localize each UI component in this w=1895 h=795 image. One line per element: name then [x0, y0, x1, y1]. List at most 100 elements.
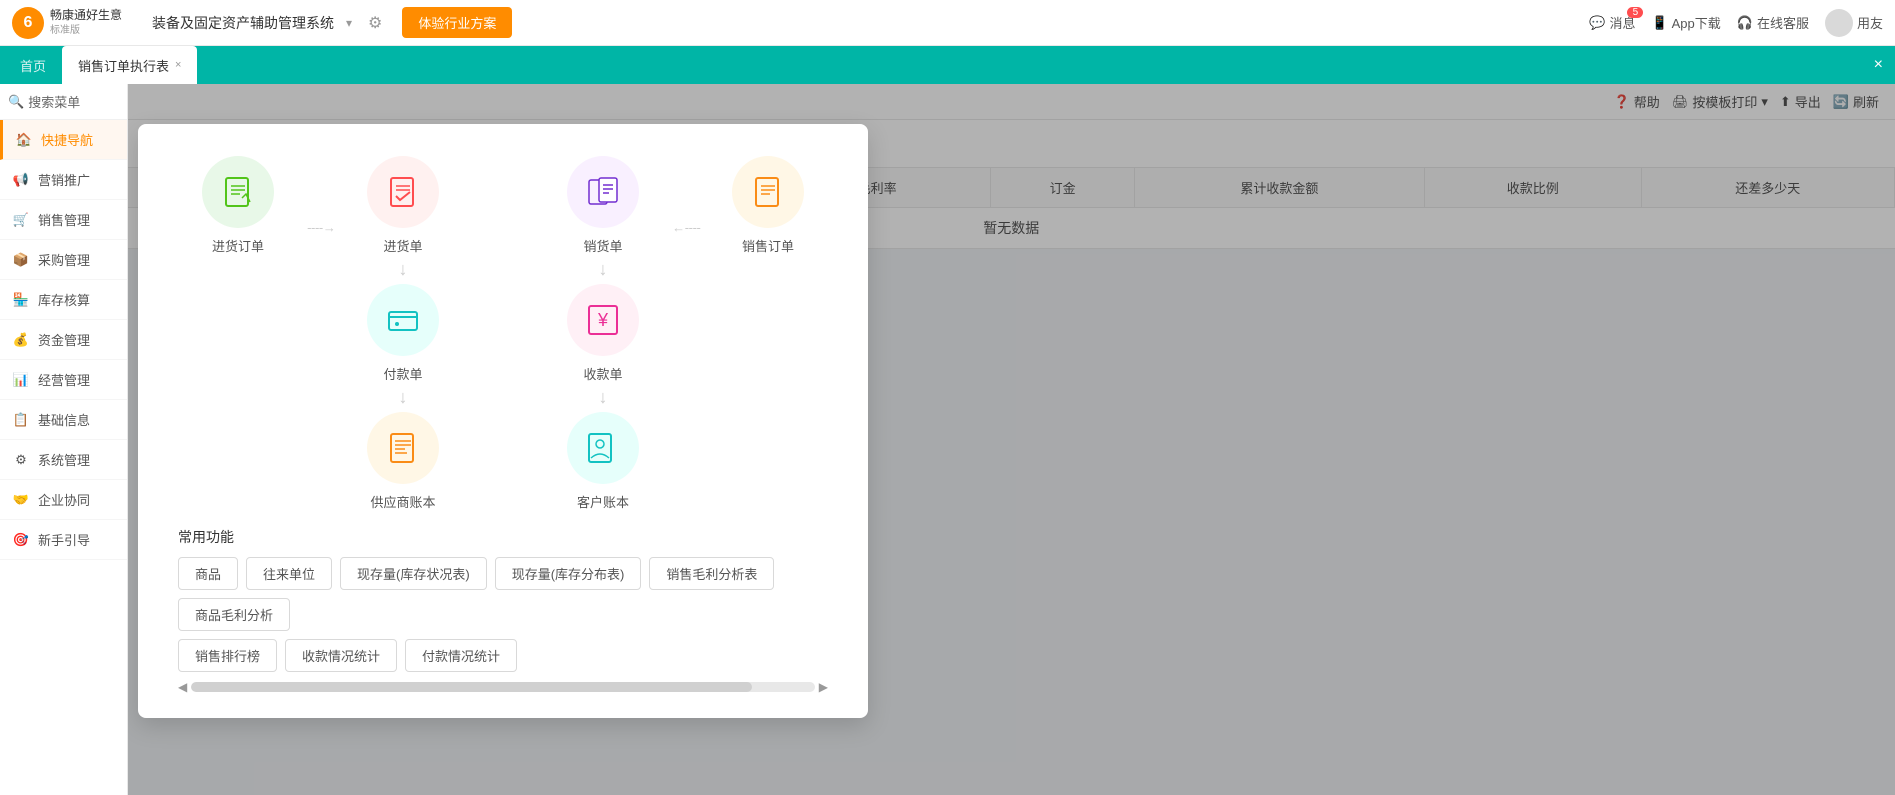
- finance-icon: 💰: [12, 331, 30, 349]
- customer-ledger-node[interactable]: 客户账本: [543, 412, 663, 511]
- headset-icon: 🎧: [1737, 15, 1753, 31]
- common-funcs-title: 常用功能: [178, 527, 828, 547]
- avatar: [1825, 9, 1853, 37]
- app-download-button[interactable]: 📱 App下载: [1651, 13, 1720, 32]
- operation-icon: 📊: [12, 371, 30, 389]
- sidebar-item-marketing[interactable]: 📢 营销推广: [0, 160, 127, 200]
- sales-order-icon: [750, 174, 786, 210]
- receipt-bill-node[interactable]: ¥ 收款单: [543, 284, 663, 383]
- sales-bill-circle: [567, 156, 639, 228]
- nav-tabs: 首页 销售订单执行表 × ×: [0, 46, 1895, 84]
- sidebar-basic-label: 基础信息: [38, 410, 90, 429]
- modal-overlay: 进货订单 - - - - →: [128, 84, 1895, 795]
- func-product-gross[interactable]: 商品毛利分析: [178, 598, 290, 631]
- enterprise-icon: 🤝: [12, 491, 30, 509]
- func-partner[interactable]: 往来单位: [246, 557, 332, 590]
- payment-bill-circle: [367, 284, 439, 356]
- sidebar-item-basic[interactable]: 📋 基础信息: [0, 400, 127, 440]
- purchase-order-icon: [220, 174, 256, 210]
- purchase-bill-icon: [385, 174, 421, 210]
- func-receipt-stat[interactable]: 收款情况统计: [285, 639, 397, 672]
- sidebar-sales-label: 销售管理: [38, 210, 90, 229]
- customer-ledger-circle: [567, 412, 639, 484]
- experience-button[interactable]: 体验行业方案: [402, 7, 512, 38]
- purchase-order-label: 进货订单: [212, 236, 264, 255]
- customer-ledger-icon: [585, 430, 621, 466]
- sidebar-item-purchase[interactable]: 📦 采购管理: [0, 240, 127, 280]
- header-right: 💬 消息 5 📱 App下载 🎧 在线客服 用友: [1589, 9, 1883, 37]
- logo-icon: 6: [12, 7, 44, 39]
- user-name: 用友: [1857, 13, 1883, 32]
- message-badge: 5: [1627, 7, 1643, 18]
- settings-icon[interactable]: ⚙: [368, 13, 382, 33]
- message-icon: 💬: [1589, 15, 1605, 31]
- sales-bill-node[interactable]: 销货单: [543, 156, 663, 255]
- sales-order-node[interactable]: 销售订单: [708, 156, 828, 255]
- sales-bill-icon: [585, 174, 621, 210]
- sales-order-label: 销售订单: [742, 236, 794, 255]
- scroll-right-icon[interactable]: ▶: [819, 680, 828, 694]
- logo-area: 6 畅康通好生意 标准版: [12, 7, 140, 39]
- func-sales-gross[interactable]: 销售毛利分析表: [649, 557, 774, 590]
- receipt-bill-label: 收款单: [583, 364, 622, 383]
- purchase-order-node[interactable]: 进货订单: [178, 156, 298, 255]
- svg-text:¥: ¥: [597, 310, 609, 330]
- sales-bill-label: 销货单: [583, 236, 622, 255]
- system-dropdown-icon[interactable]: ▾: [346, 16, 352, 30]
- sidebar-item-operation[interactable]: 📊 经营管理: [0, 360, 127, 400]
- sidebar-marketing-label: 营销推广: [38, 170, 90, 189]
- tab-home-label: 首页: [20, 56, 46, 75]
- func-stock-dist[interactable]: 现存量(库存分布表): [495, 557, 642, 590]
- sidebar-item-finance[interactable]: 💰 资金管理: [0, 320, 127, 360]
- logo-text: 畅康通好生意 标准版: [50, 8, 122, 37]
- common-functions-section: 常用功能 商品 往来单位 现存量(库存状况表) 现存量(库存分布表) 销售毛利分…: [178, 527, 828, 672]
- sidebar-item-newbie[interactable]: 🎯 新手引导: [0, 520, 127, 560]
- purchase-bill-circle: [367, 156, 439, 228]
- sidebar-purchase-label: 采购管理: [38, 250, 90, 269]
- main-layout: 🔍 搜索菜单 🏠 快捷导航 📢 营销推广 🛒 销售管理 📦 采购管理 🏪 库存核…: [0, 84, 1895, 795]
- sidebar-newbie-label: 新手引导: [38, 530, 90, 549]
- payment-bill-node[interactable]: 付款单: [343, 284, 463, 383]
- close-all-tabs-icon[interactable]: ×: [1874, 56, 1883, 74]
- sidebar-search[interactable]: 🔍 搜索菜单: [0, 84, 127, 120]
- tab-home[interactable]: 首页: [4, 46, 62, 84]
- top-header: 6 畅康通好生意 标准版 装备及固定资产辅助管理系统 ▾ ⚙ 体验行业方案 💬 …: [0, 0, 1895, 46]
- online-service-button[interactable]: 🎧 在线客服: [1737, 13, 1809, 32]
- sidebar-operation-label: 经营管理: [38, 370, 90, 389]
- payment-bill-label: 付款单: [383, 364, 422, 383]
- func-product[interactable]: 商品: [178, 557, 238, 590]
- sidebar-item-inventory[interactable]: 🏪 库存核算: [0, 280, 127, 320]
- sidebar-item-enterprise[interactable]: 🤝 企业协同: [0, 480, 127, 520]
- system-icon: ⚙: [12, 451, 30, 469]
- tab-sales-order-label: 销售订单执行表: [78, 56, 169, 75]
- sidebar-search-label: 搜索菜单: [28, 92, 80, 111]
- func-row-1: 商品 往来单位 现存量(库存状况表) 现存量(库存分布表) 销售毛利分析表 商品…: [178, 557, 828, 631]
- sidebar-item-system[interactable]: ⚙ 系统管理: [0, 440, 127, 480]
- message-button[interactable]: 💬 消息 5: [1589, 13, 1635, 32]
- sidebar-inventory-label: 库存核算: [38, 290, 90, 309]
- sales-icon: 🛒: [12, 211, 30, 229]
- inventory-icon: 🏪: [12, 291, 30, 309]
- supplier-ledger-icon: [385, 430, 421, 466]
- supplier-ledger-node[interactable]: 供应商账本: [343, 412, 463, 511]
- func-stock-status[interactable]: 现存量(库存状况表): [340, 557, 487, 590]
- supplier-ledger-label: 供应商账本: [370, 492, 435, 511]
- quick-nav-icon: 🏠: [15, 131, 33, 149]
- sidebar-item-sales[interactable]: 🛒 销售管理: [0, 200, 127, 240]
- receipt-bill-icon: ¥: [585, 302, 621, 338]
- sidebar-enterprise-label: 企业协同: [38, 490, 90, 509]
- sales-order-circle: [732, 156, 804, 228]
- purchase-bill-node[interactable]: 进货单: [343, 156, 463, 255]
- scroll-left-icon[interactable]: ◀: [178, 680, 187, 694]
- sidebar-item-quick-nav[interactable]: 🏠 快捷导航: [0, 120, 127, 160]
- content-area: ❓ 帮助 🖨 按模板打印 ▾ ⬆ 导出 🔄 刷新 📅 单据状态: [128, 84, 1895, 795]
- sidebar-quick-nav-label: 快捷导航: [41, 130, 93, 149]
- quick-guide-modal: 进货订单 - - - - →: [138, 124, 868, 718]
- func-payment-stat[interactable]: 付款情况统计: [405, 639, 517, 672]
- tab-sales-order[interactable]: 销售订单执行表 ×: [62, 46, 197, 84]
- sidebar: 🔍 搜索菜单 🏠 快捷导航 📢 营销推广 🛒 销售管理 📦 采购管理 🏪 库存核…: [0, 84, 128, 795]
- tab-close-icon[interactable]: ×: [175, 59, 181, 71]
- phone-icon: 📱: [1651, 15, 1667, 31]
- user-area[interactable]: 用友: [1825, 9, 1883, 37]
- func-sales-rank[interactable]: 销售排行榜: [178, 639, 277, 672]
